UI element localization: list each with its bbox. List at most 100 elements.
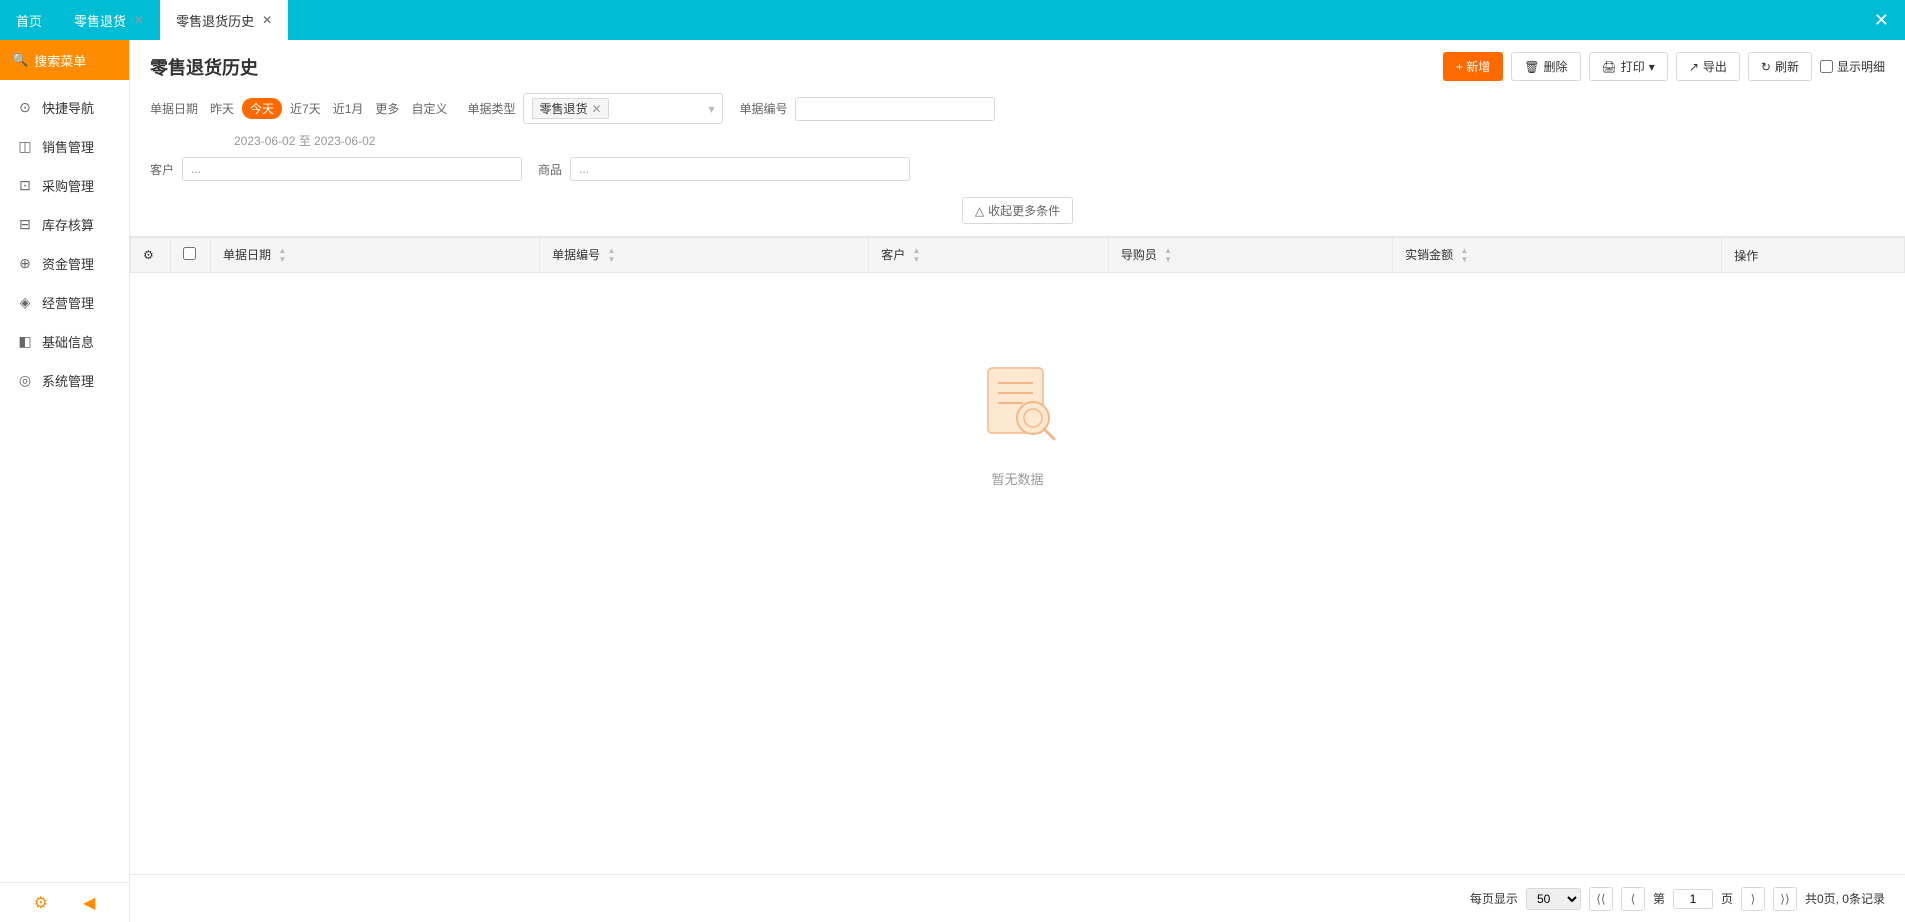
customer-input[interactable]: ... bbox=[182, 157, 522, 181]
tab-retail-return-close[interactable]: ✕ bbox=[134, 13, 144, 27]
page-input[interactable] bbox=[1673, 889, 1713, 909]
sidebar-search-label: 搜索菜单 bbox=[34, 51, 86, 70]
empty-svg bbox=[968, 353, 1068, 453]
sidebar-item-basic-info[interactable]: ◧ 基础信息 bbox=[0, 322, 129, 361]
page-title-row: 零售退货历史 + 新增 🗑 删除 🖨 打印 ▾ ↗ 导出 bbox=[150, 52, 1885, 81]
collapse-filter-button[interactable]: △ 收起更多条件 bbox=[962, 197, 1073, 224]
display-detail-toggle[interactable]: 显示明细 bbox=[1820, 58, 1885, 75]
window-close-button[interactable]: ✕ bbox=[1874, 10, 1905, 31]
sidebar-item-quick-nav[interactable]: ⊙ 快捷导航 bbox=[0, 88, 129, 127]
toolbar: + 新增 🗑 删除 🖨 打印 ▾ ↗ 导出 ↻ bbox=[1443, 52, 1885, 81]
sidebar-search[interactable]: 🔍 搜索菜单 bbox=[0, 40, 129, 80]
date-shortcut-7days[interactable]: 近7天 bbox=[286, 98, 325, 119]
refresh-btn-label: 刷新 bbox=[1775, 58, 1799, 75]
system-mgmt-icon: ◎ bbox=[16, 372, 34, 390]
total-records-label: 共0页, 0条记录 bbox=[1805, 890, 1885, 907]
prev-page-button[interactable]: ⟨ bbox=[1621, 887, 1645, 911]
collapse-btn-label: 收起更多条件 bbox=[988, 202, 1060, 219]
print-icon: 🖨 bbox=[1602, 60, 1617, 74]
doc-no-input[interactable] bbox=[795, 97, 995, 121]
sidebar-item-purchase-mgmt[interactable]: ⊡ 采购管理 bbox=[0, 166, 129, 205]
quick-nav-icon: ⊙ bbox=[16, 99, 34, 117]
doc-no-label: 单据编号 bbox=[739, 100, 787, 117]
date-shortcut-today[interactable]: 今天 bbox=[242, 98, 282, 119]
tab-retail-return-history-close[interactable]: ✕ bbox=[262, 13, 272, 27]
goods-input[interactable]: ... bbox=[570, 157, 910, 181]
page-label: 第 bbox=[1653, 890, 1665, 907]
search-icon: 🔍 bbox=[12, 52, 28, 68]
sidebar-item-system-mgmt[interactable]: ◎ 系统管理 bbox=[0, 361, 129, 400]
page-header: 零售退货历史 + 新增 🗑 删除 🖨 打印 ▾ ↗ 导出 bbox=[130, 40, 1905, 237]
next-page-button[interactable]: ⟩ bbox=[1741, 887, 1765, 911]
filter-area: 单据日期 昨天 今天 近7天 近1月 更多 自定义 单据类型 bbox=[150, 93, 1885, 228]
tab-home-label: 首页 bbox=[16, 11, 42, 30]
sidebar: 🔍 搜索菜单 ⊙ 快捷导航 ◫ 销售管理 ⊡ 采购管理 ⊟ 库存核算 ⊕ 资金管 bbox=[0, 40, 130, 922]
doc-type-tag: 零售退货 ✕ bbox=[532, 98, 608, 119]
th-doc-no[interactable]: 单据编号 ▲ ▼ bbox=[540, 238, 869, 273]
empty-state-icon bbox=[968, 353, 1068, 453]
table-settings-icon[interactable]: ⚙ bbox=[143, 248, 154, 262]
date-filter-label: 单据日期 bbox=[150, 100, 198, 117]
doc-type-dropdown-icon: ▾ bbox=[708, 102, 714, 116]
empty-state-text: 暂无数据 bbox=[991, 469, 1043, 488]
new-button[interactable]: + 新增 bbox=[1443, 52, 1503, 81]
sidebar-item-finance[interactable]: ⊕ 资金管理 bbox=[0, 244, 129, 283]
export-button[interactable]: ↗ 导出 bbox=[1676, 52, 1740, 81]
sales-mgmt-icon: ◫ bbox=[16, 138, 34, 156]
doc-type-tag-close[interactable]: ✕ bbox=[591, 102, 601, 116]
th-guide[interactable]: 导购员 ▲ ▼ bbox=[1108, 238, 1392, 273]
select-all-checkbox[interactable] bbox=[183, 247, 196, 260]
date-shortcut-1month[interactable]: 近1月 bbox=[329, 98, 368, 119]
sidebar-item-operations-label: 经营管理 bbox=[42, 293, 94, 312]
print-button[interactable]: 🖨 打印 ▾ bbox=[1589, 52, 1668, 81]
purchase-mgmt-icon: ⊡ bbox=[16, 177, 34, 195]
tab-home[interactable]: 首页 bbox=[0, 0, 58, 40]
per-page-select[interactable]: 50 10 20 100 bbox=[1526, 888, 1581, 910]
th-customer[interactable]: 客户 ▲ ▼ bbox=[869, 238, 1109, 273]
export-icon: ↗ bbox=[1689, 60, 1699, 74]
goods-filter-group: 商品 ... bbox=[538, 157, 910, 181]
date-shortcut-custom[interactable]: 自定义 bbox=[407, 98, 451, 119]
th-settings[interactable]: ⚙ bbox=[131, 238, 171, 273]
main-layout: 🔍 搜索菜单 ⊙ 快捷导航 ◫ 销售管理 ⊡ 采购管理 ⊟ 库存核算 ⊕ 资金管 bbox=[0, 40, 1905, 922]
refresh-button[interactable]: ↻ 刷新 bbox=[1748, 52, 1812, 81]
sidebar-item-sales-mgmt[interactable]: ◫ 销售管理 bbox=[0, 127, 129, 166]
inventory-icon: ⊟ bbox=[16, 216, 34, 234]
doc-type-tag-value: 零售退货 bbox=[539, 100, 587, 117]
date-shortcut-more[interactable]: 更多 bbox=[371, 98, 403, 119]
th-checkbox[interactable] bbox=[171, 238, 211, 273]
date-shortcut-yesterday[interactable]: 昨天 bbox=[206, 98, 238, 119]
filter-row-date-range: 2023-06-02 至 2023-06-02 bbox=[150, 132, 1885, 149]
sidebar-item-inventory[interactable]: ⊟ 库存核算 bbox=[0, 205, 129, 244]
doc-type-select[interactable]: 零售退货 ✕ ▾ bbox=[523, 93, 723, 124]
collapse-sidebar-icon[interactable]: ◀ bbox=[83, 893, 95, 913]
tab-retail-return-history-label: 零售退货历史 bbox=[176, 11, 254, 30]
sidebar-item-purchase-mgmt-label: 采购管理 bbox=[42, 176, 94, 195]
tab-bar: 首页 零售退货 ✕ 零售退货历史 ✕ ✕ bbox=[0, 0, 1905, 40]
settings-icon[interactable]: ⚙ bbox=[34, 893, 48, 913]
doc-date-sort: ▲ ▼ bbox=[278, 247, 286, 264]
empty-state: 暂无数据 bbox=[130, 273, 1905, 568]
th-amount[interactable]: 实销金额 ▲ ▼ bbox=[1393, 238, 1722, 273]
display-detail-checkbox[interactable] bbox=[1820, 60, 1833, 73]
th-actions: 操作 bbox=[1722, 238, 1905, 273]
last-page-button[interactable]: ⟩⟩ bbox=[1773, 887, 1797, 911]
tab-retail-return[interactable]: 零售退货 ✕ bbox=[58, 0, 160, 40]
doc-no-sort: ▲ ▼ bbox=[607, 247, 615, 264]
date-shortcuts: 昨天 今天 近7天 近1月 更多 自定义 bbox=[206, 98, 451, 119]
first-page-button[interactable]: ⟨⟨ bbox=[1589, 887, 1613, 911]
tab-retail-return-history[interactable]: 零售退货历史 ✕ bbox=[160, 0, 288, 40]
content-area: 零售退货历史 + 新增 🗑 删除 🖨 打印 ▾ ↗ 导出 bbox=[130, 40, 1905, 922]
sidebar-item-finance-label: 资金管理 bbox=[42, 254, 94, 273]
table-header-row: ⚙ 单据日期 ▲ ▼ 单据编号 bbox=[131, 238, 1905, 273]
delete-icon: 🗑 bbox=[1524, 60, 1539, 74]
sidebar-item-operations[interactable]: ◈ 经营管理 bbox=[0, 283, 129, 322]
th-doc-date[interactable]: 单据日期 ▲ ▼ bbox=[211, 238, 540, 273]
finance-icon: ⊕ bbox=[16, 255, 34, 273]
doc-type-filter-group: 单据类型 零售退货 ✕ ▾ bbox=[467, 93, 723, 124]
refresh-icon: ↻ bbox=[1761, 60, 1771, 74]
delete-button[interactable]: 🗑 删除 bbox=[1511, 52, 1580, 81]
print-btn-label: 打印 bbox=[1621, 58, 1645, 75]
sidebar-footer: ⚙ ◀ bbox=[0, 882, 129, 922]
guide-sort: ▲ ▼ bbox=[1164, 247, 1172, 264]
